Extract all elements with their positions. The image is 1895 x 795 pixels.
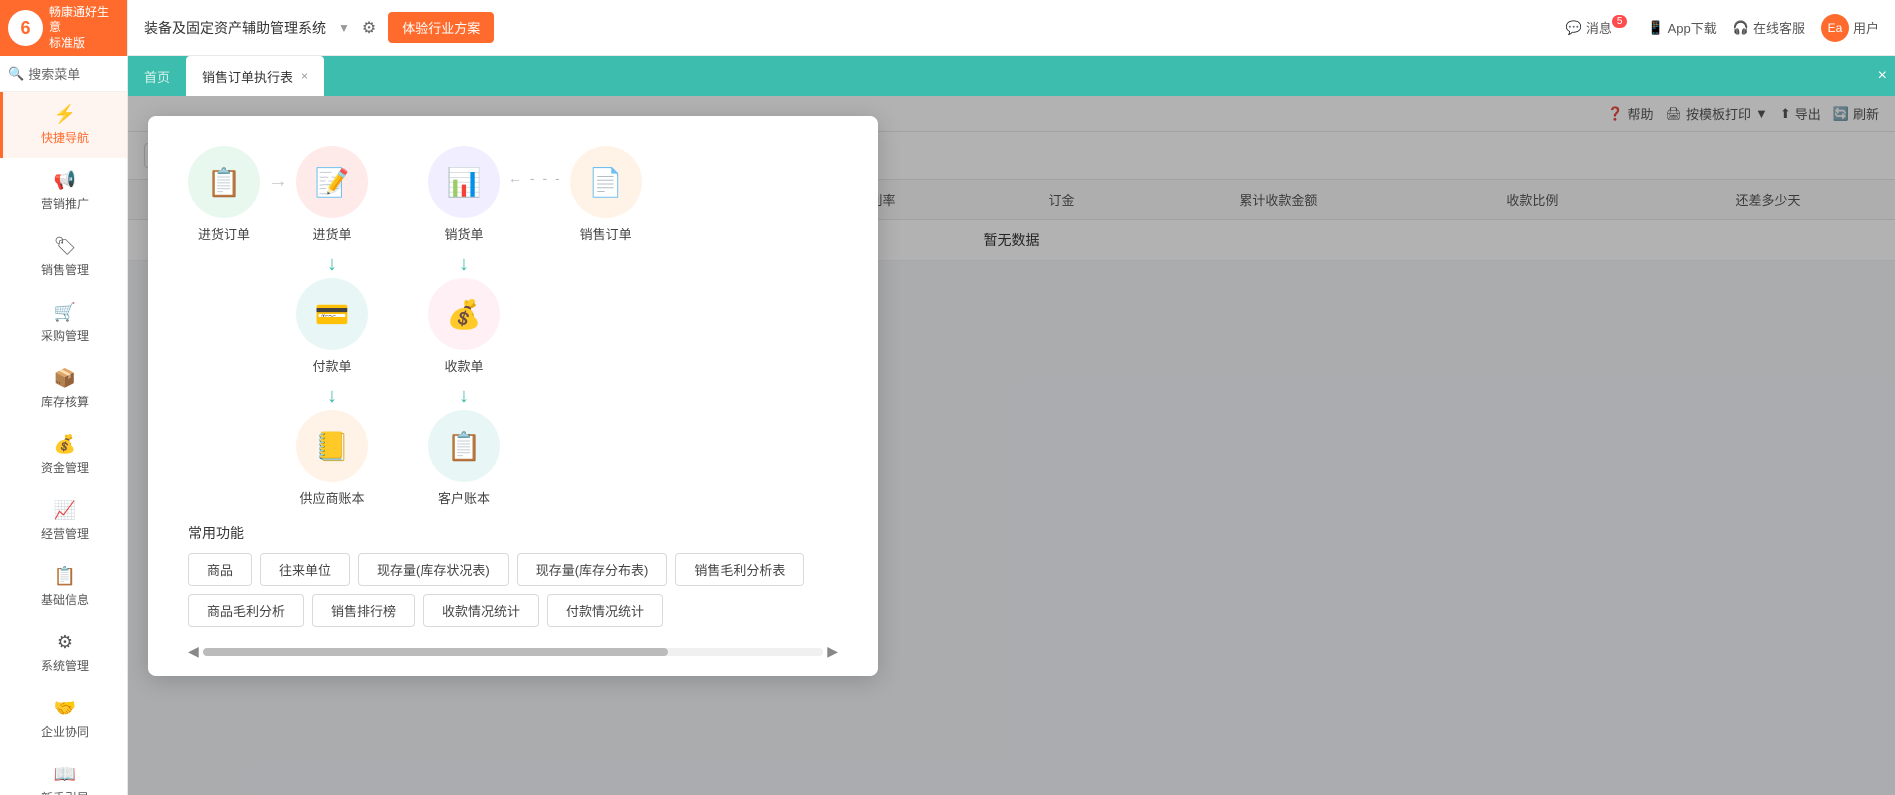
arrow-receipt-bill-down: ↓ bbox=[428, 385, 500, 408]
purchase-bill-icon: 📝 bbox=[296, 146, 368, 218]
common-btn-商品毛利分析[interactable]: 商品毛利分析 bbox=[188, 594, 304, 627]
basic-info-icon: 📋 bbox=[54, 566, 76, 587]
avatar: Ea bbox=[1821, 14, 1849, 42]
header-right: 💬 消息 5 📱 App下载 🎧 在线客服 Ea 用户 bbox=[1566, 14, 1879, 42]
download-icon: 📱 bbox=[1647, 20, 1663, 36]
sidebar-item-enterprise[interactable]: 🤝企业协同 bbox=[0, 686, 127, 752]
customer-ledger-label: 客户账本 bbox=[438, 488, 490, 507]
sidebar: 6 畅康通好生意 标准版 🔍 搜索菜单 ⚡快捷导航📢营销推广🏷销售管理🛒采购管理… bbox=[0, 0, 128, 795]
tab-close-icon[interactable]: × bbox=[301, 69, 308, 83]
flow-node-receipt-bill[interactable]: 💰 收款单 bbox=[428, 278, 500, 375]
tab-sales-execution[interactable]: 销售订单执行表 × bbox=[186, 56, 324, 96]
finance-icon: 💰 bbox=[54, 434, 76, 455]
sidebar-item-newbie[interactable]: 📖新手引导 bbox=[0, 752, 127, 795]
gear-icon[interactable]: ⚙ bbox=[362, 18, 376, 38]
scroll-left-arrow[interactable]: ◀ bbox=[188, 643, 199, 660]
marketing-icon: 📢 bbox=[54, 170, 76, 191]
flow-node-sales-bill[interactable]: 📊 销货单 bbox=[428, 146, 500, 243]
system-icon: ⚙ bbox=[57, 632, 73, 653]
common-functions-title: 常用功能 bbox=[188, 523, 838, 543]
logo-text: 畅康通好生意 标准版 bbox=[49, 5, 119, 52]
scrollbar-thumb[interactable] bbox=[203, 648, 668, 656]
sidebar-item-operations[interactable]: 📈经营管理 bbox=[0, 488, 127, 554]
search-icon: 🔍 bbox=[8, 66, 24, 82]
flow-node-purchase-order[interactable]: 📋 进货订单 bbox=[188, 146, 260, 243]
sidebar-item-marketing[interactable]: 📢营销推广 bbox=[0, 158, 127, 224]
inventory-icon: 📦 bbox=[54, 368, 76, 389]
system-title: 装备及固定资产辅助管理系统 bbox=[144, 18, 326, 38]
sidebar-item-basic-info[interactable]: 📋基础信息 bbox=[0, 554, 127, 620]
purchase-bill-label: 进货单 bbox=[312, 224, 351, 243]
purchase-icon: 🛒 bbox=[54, 302, 76, 323]
arrow-purchase-bill-down: ↓ bbox=[296, 253, 368, 276]
sales-bill-label: 销货单 bbox=[444, 224, 483, 243]
payment-bill-icon: 💳 bbox=[296, 278, 368, 350]
arrow-payment-bill-down: ↓ bbox=[296, 385, 368, 408]
common-btn-收款情况统计[interactable]: 收款情况统计 bbox=[423, 594, 539, 627]
receipt-bill-icon: 💰 bbox=[428, 278, 500, 350]
enterprise-icon: 🤝 bbox=[54, 698, 76, 719]
flow-diagram: 📋 进货订单 → 📝 进货单 ↓ bbox=[188, 146, 838, 515]
purchase-order-icon: 📋 bbox=[188, 146, 260, 218]
common-btn-销售排行榜[interactable]: 销售排行榜 bbox=[312, 594, 415, 627]
flow-node-purchase-bill[interactable]: 📝 进货单 bbox=[296, 146, 368, 243]
sales-bill-icon: 📊 bbox=[428, 146, 500, 218]
service-icon: 🎧 bbox=[1733, 20, 1749, 36]
tab-close-all-icon[interactable]: × bbox=[1878, 67, 1887, 85]
header: 装备及固定资产辅助管理系统 ▼ ⚙ 体验行业方案 💬 消息 5 📱 App下载 … bbox=[128, 0, 1895, 56]
sidebar-nav: ⚡快捷导航📢营销推广🏷销售管理🛒采购管理📦库存核算💰资金管理📈经营管理📋基础信息… bbox=[0, 92, 127, 795]
modal-overlay[interactable]: 📋 进货订单 → 📝 进货单 ↓ bbox=[128, 96, 1895, 795]
sidebar-item-system[interactable]: ⚙系统管理 bbox=[0, 620, 127, 686]
sales-order-label: 销售订单 bbox=[580, 224, 632, 243]
common-btn-现存量(库存状况表)[interactable]: 现存量(库存状况表) bbox=[358, 553, 509, 586]
common-functions-buttons: 商品往来单位现存量(库存状况表)现存量(库存分布表)销售毛利分析表商品毛利分析销… bbox=[188, 553, 838, 627]
sidebar-item-quick-nav[interactable]: ⚡快捷导航 bbox=[0, 92, 127, 158]
quick-nav-modal: 📋 进货订单 → 📝 进货单 ↓ bbox=[148, 116, 878, 676]
common-btn-往来单位[interactable]: 往来单位 bbox=[260, 553, 350, 586]
customer-ledger-icon: 📋 bbox=[428, 410, 500, 482]
tab-home[interactable]: 首页 bbox=[128, 56, 186, 96]
sidebar-item-purchase[interactable]: 🛒采购管理 bbox=[0, 290, 127, 356]
trial-btn[interactable]: 体验行业方案 bbox=[388, 12, 494, 43]
sidebar-item-inventory[interactable]: 📦库存核算 bbox=[0, 356, 127, 422]
flow-node-sales-order[interactable]: 📄 销售订单 bbox=[570, 146, 642, 243]
tab-bar: 首页 销售订单执行表 × × bbox=[128, 56, 1895, 96]
sidebar-logo: 6 畅康通好生意 标准版 bbox=[0, 0, 127, 56]
common-btn-现存量(库存分布表)[interactable]: 现存量(库存分布表) bbox=[517, 553, 668, 586]
common-btn-销售毛利分析表[interactable]: 销售毛利分析表 bbox=[675, 553, 804, 586]
arrow-purchase-order-to-bill: → bbox=[260, 170, 296, 193]
common-functions-section: 常用功能 商品往来单位现存量(库存状况表)现存量(库存分布表)销售毛利分析表商品… bbox=[188, 523, 838, 627]
payment-bill-label: 付款单 bbox=[312, 356, 351, 375]
logo-icon: 6 bbox=[8, 10, 43, 46]
message-icon: 💬 bbox=[1566, 20, 1582, 36]
flow-node-supplier-ledger[interactable]: 📒 供应商账本 bbox=[296, 410, 368, 507]
modal-scrollbar-container: ◀ ▶ bbox=[188, 643, 838, 660]
common-btn-付款情况统计[interactable]: 付款情况统计 bbox=[547, 594, 663, 627]
dropdown-icon[interactable]: ▼ bbox=[338, 21, 350, 35]
sidebar-item-sales[interactable]: 🏷销售管理 bbox=[0, 224, 127, 290]
flow-node-customer-ledger[interactable]: 📋 客户账本 bbox=[428, 410, 500, 507]
newbie-icon: 📖 bbox=[54, 764, 76, 785]
common-btn-商品[interactable]: 商品 bbox=[188, 553, 252, 586]
online-service-btn[interactable]: 🎧 在线客服 bbox=[1733, 18, 1805, 37]
sales-order-icon: 📄 bbox=[570, 146, 642, 218]
sidebar-search[interactable]: 🔍 搜索菜单 bbox=[0, 56, 127, 92]
operations-icon: 📈 bbox=[54, 500, 76, 521]
supplier-ledger-icon: 📒 bbox=[296, 410, 368, 482]
arrow-sales-order-to-bill: ← - - - bbox=[500, 170, 570, 186]
quick-nav-icon: ⚡ bbox=[54, 104, 76, 125]
app-download-btn[interactable]: 📱 App下载 bbox=[1647, 18, 1716, 37]
message-btn[interactable]: 💬 消息 5 bbox=[1566, 18, 1632, 37]
modal-scrollbar[interactable] bbox=[203, 648, 823, 656]
scroll-right-arrow[interactable]: ▶ bbox=[827, 643, 838, 660]
user-menu[interactable]: Ea 用户 bbox=[1821, 14, 1879, 42]
supplier-ledger-label: 供应商账本 bbox=[299, 488, 364, 507]
sidebar-item-finance[interactable]: 💰资金管理 bbox=[0, 422, 127, 488]
purchase-order-label: 进货订单 bbox=[198, 224, 250, 243]
flow-node-payment-bill[interactable]: 💳 付款单 bbox=[296, 278, 368, 375]
arrow-sales-bill-down: ↓ bbox=[428, 253, 500, 276]
receipt-bill-label: 收款单 bbox=[444, 356, 483, 375]
sales-icon: 🏷 bbox=[54, 236, 77, 257]
message-badge: 5 bbox=[1612, 15, 1628, 28]
